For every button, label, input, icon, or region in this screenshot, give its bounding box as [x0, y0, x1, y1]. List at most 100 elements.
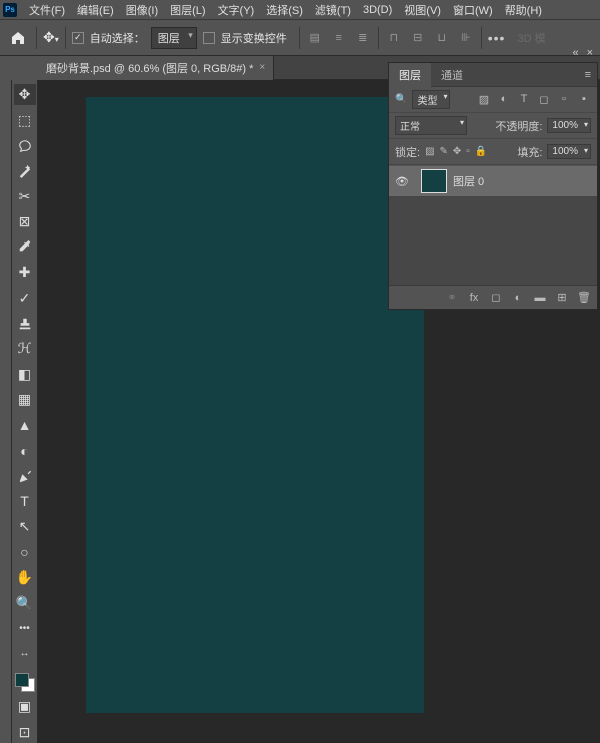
panel-collapse-icon[interactable]: « — [572, 47, 578, 59]
eyedropper-tool[interactable] — [14, 237, 36, 258]
3d-mode-label: 3D 模 — [517, 30, 545, 46]
align-bottom-icon[interactable]: ⊔ — [433, 29, 451, 47]
path-tool[interactable]: ↖ — [14, 516, 36, 537]
eraser-tool[interactable]: ◧ — [14, 364, 36, 385]
menu-bar: Ps 文件(F) 编辑(E) 图像(I) 图层(L) 文字(Y) 选择(S) 滤… — [0, 0, 600, 20]
lasso-tool[interactable] — [14, 135, 36, 156]
showtransform-checkbox[interactable] — [203, 32, 215, 44]
menu-image[interactable]: 图像(I) — [120, 0, 164, 20]
menu-file[interactable]: 文件(F) — [23, 0, 71, 20]
layer-list: 👁 图层 0 — [389, 165, 597, 285]
tab-channels[interactable]: 通道 — [431, 63, 473, 87]
menu-filter[interactable]: 滤镜(T) — [309, 0, 357, 20]
type-tool[interactable]: T — [14, 491, 36, 512]
blur-tool[interactable]: ▲ — [14, 414, 36, 435]
gradient-tool[interactable]: ▦ — [14, 389, 36, 410]
filter-type-icon[interactable]: T — [517, 93, 531, 106]
toolbar: ✥ ⬚ ✂ ⊠ ✚ ✓ ℋ ◧ ▦ ▲ ◐ T ↖ ○ ✋ 🔍 ••• ↔ ▣ … — [12, 80, 38, 743]
showtransform-label: 显示变换控件 — [221, 30, 287, 46]
filter-adjust-icon[interactable]: ◐ — [497, 93, 511, 106]
tab-layers[interactable]: 图层 — [389, 63, 431, 87]
lock-paint-icon[interactable]: ✎ — [440, 146, 448, 157]
layer-row[interactable]: 👁 图层 0 — [389, 165, 597, 197]
filter-shape-icon[interactable]: ◻ — [537, 93, 551, 106]
tool-column-spacer — [0, 80, 12, 743]
align-top-icon[interactable]: ⊓ — [385, 29, 403, 47]
crop-tool[interactable]: ✂ — [14, 186, 36, 207]
app-logo: Ps — [3, 3, 17, 17]
visibility-icon[interactable]: 👁 — [389, 175, 415, 188]
edit-toolbar[interactable]: ↔ — [14, 643, 36, 664]
align-right-icon[interactable]: ≣ — [354, 29, 372, 47]
autoselect-dropdown[interactable]: 图层 — [151, 27, 197, 49]
lock-position-icon[interactable]: ✥ — [453, 146, 461, 157]
toolbar-more[interactable]: ••• — [14, 618, 36, 639]
align-left-icon[interactable]: ▤ — [306, 29, 324, 47]
brush-tool[interactable]: ✓ — [14, 287, 36, 308]
adjustment-layer-icon[interactable]: ◐ — [511, 292, 525, 304]
layer-mask-icon[interactable]: ◻ — [489, 291, 503, 304]
wand-tool[interactable] — [14, 160, 36, 181]
screenmode-tool[interactable]: ⊡ — [14, 722, 36, 743]
marquee-tool[interactable]: ⬚ — [14, 109, 36, 130]
lock-artboard-icon[interactable]: ▫ — [466, 146, 470, 157]
lock-label: 锁定: — [395, 144, 420, 160]
overflow-icon[interactable]: ••• — [488, 30, 506, 46]
healing-tool[interactable]: ✚ — [14, 262, 36, 283]
hand-tool[interactable]: ✋ — [14, 567, 36, 588]
link-layers-icon[interactable]: ⚭ — [445, 291, 459, 304]
autoselect-checkbox[interactable] — [72, 32, 84, 44]
layer-name[interactable]: 图层 0 — [453, 173, 484, 189]
document-tab-label: 磨砂背景.psd @ 60.6% (图层 0, RGB/8#) * — [46, 60, 253, 76]
move-tool[interactable]: ✥ — [14, 84, 36, 105]
menu-layer[interactable]: 图层(L) — [164, 0, 211, 20]
home-button[interactable] — [6, 26, 30, 50]
panel-menu-icon[interactable]: ≡ — [585, 69, 591, 81]
canvas[interactable] — [86, 97, 424, 713]
align-middle-icon[interactable]: ⊟ — [409, 29, 427, 47]
panel-close-icon[interactable]: × — [587, 47, 593, 59]
filter-pixel-icon[interactable]: ▨ — [477, 93, 491, 106]
panel-footer: ⚭ fx ◻ ◐ ▬ ⊞ 🗑 — [389, 285, 597, 309]
distribute-icon[interactable]: ⊪ — [457, 29, 475, 47]
pen-tool[interactable] — [14, 465, 36, 486]
fill-dropdown[interactable]: 100% — [547, 144, 591, 159]
stamp-tool[interactable] — [14, 313, 36, 334]
document-tab[interactable]: 磨砂背景.psd @ 60.6% (图层 0, RGB/8#) * × — [38, 56, 274, 80]
layer-thumbnail[interactable] — [421, 169, 447, 193]
opacity-label: 不透明度: — [495, 118, 542, 134]
opacity-dropdown[interactable]: 100% — [547, 118, 591, 133]
menu-view[interactable]: 视图(V) — [398, 0, 447, 20]
blendmode-dropdown[interactable]: 正常 — [395, 116, 467, 135]
dodge-tool[interactable]: ◐ — [14, 440, 36, 461]
history-brush-tool[interactable]: ℋ — [14, 338, 36, 359]
quickmask-tool[interactable]: ▣ — [14, 696, 36, 717]
filter-type-dropdown[interactable]: 类型 — [412, 90, 450, 109]
options-bar: ✥▾ 自动选择： 图层 显示变换控件 ▤ ≡ ≣ ⊓ ⊟ ⊔ ⊪ ••• 3D … — [0, 20, 600, 56]
zoom-tool[interactable]: 🔍 — [14, 592, 36, 613]
menu-select[interactable]: 选择(S) — [260, 0, 309, 20]
menu-help[interactable]: 帮助(H) — [499, 0, 548, 20]
lock-transparent-icon[interactable]: ▨ — [425, 146, 434, 157]
align-center-h-icon[interactable]: ≡ — [330, 29, 348, 47]
delete-layer-icon[interactable]: 🗑 — [577, 291, 591, 304]
frame-tool[interactable]: ⊠ — [14, 211, 36, 232]
layers-panel: « × 图层 通道 ≡ 🔍 类型 ▨ ◐ T ◻ ▫ ▪ 正常 不透明度: 10… — [388, 62, 598, 310]
new-layer-icon[interactable]: ⊞ — [555, 291, 569, 304]
move-tool-icon[interactable]: ✥▾ — [43, 29, 59, 46]
shape-tool[interactable]: ○ — [14, 542, 36, 563]
autoselect-label: 自动选择： — [90, 30, 145, 46]
search-icon[interactable]: 🔍 — [395, 94, 407, 105]
group-icon[interactable]: ▬ — [533, 292, 547, 304]
color-swatch[interactable] — [15, 673, 35, 692]
menu-3d[interactable]: 3D(D) — [357, 2, 398, 18]
filter-toggle-icon[interactable]: ▪ — [577, 93, 591, 106]
menu-window[interactable]: 窗口(W) — [447, 0, 499, 20]
layer-fx-icon[interactable]: fx — [467, 292, 481, 304]
menu-text[interactable]: 文字(Y) — [212, 0, 261, 20]
lock-all-icon[interactable]: 🔒 — [475, 146, 487, 157]
fill-label: 填充: — [517, 144, 542, 160]
menu-edit[interactable]: 编辑(E) — [71, 0, 120, 20]
filter-smart-icon[interactable]: ▫ — [557, 93, 571, 106]
close-tab-icon[interactable]: × — [259, 62, 265, 73]
